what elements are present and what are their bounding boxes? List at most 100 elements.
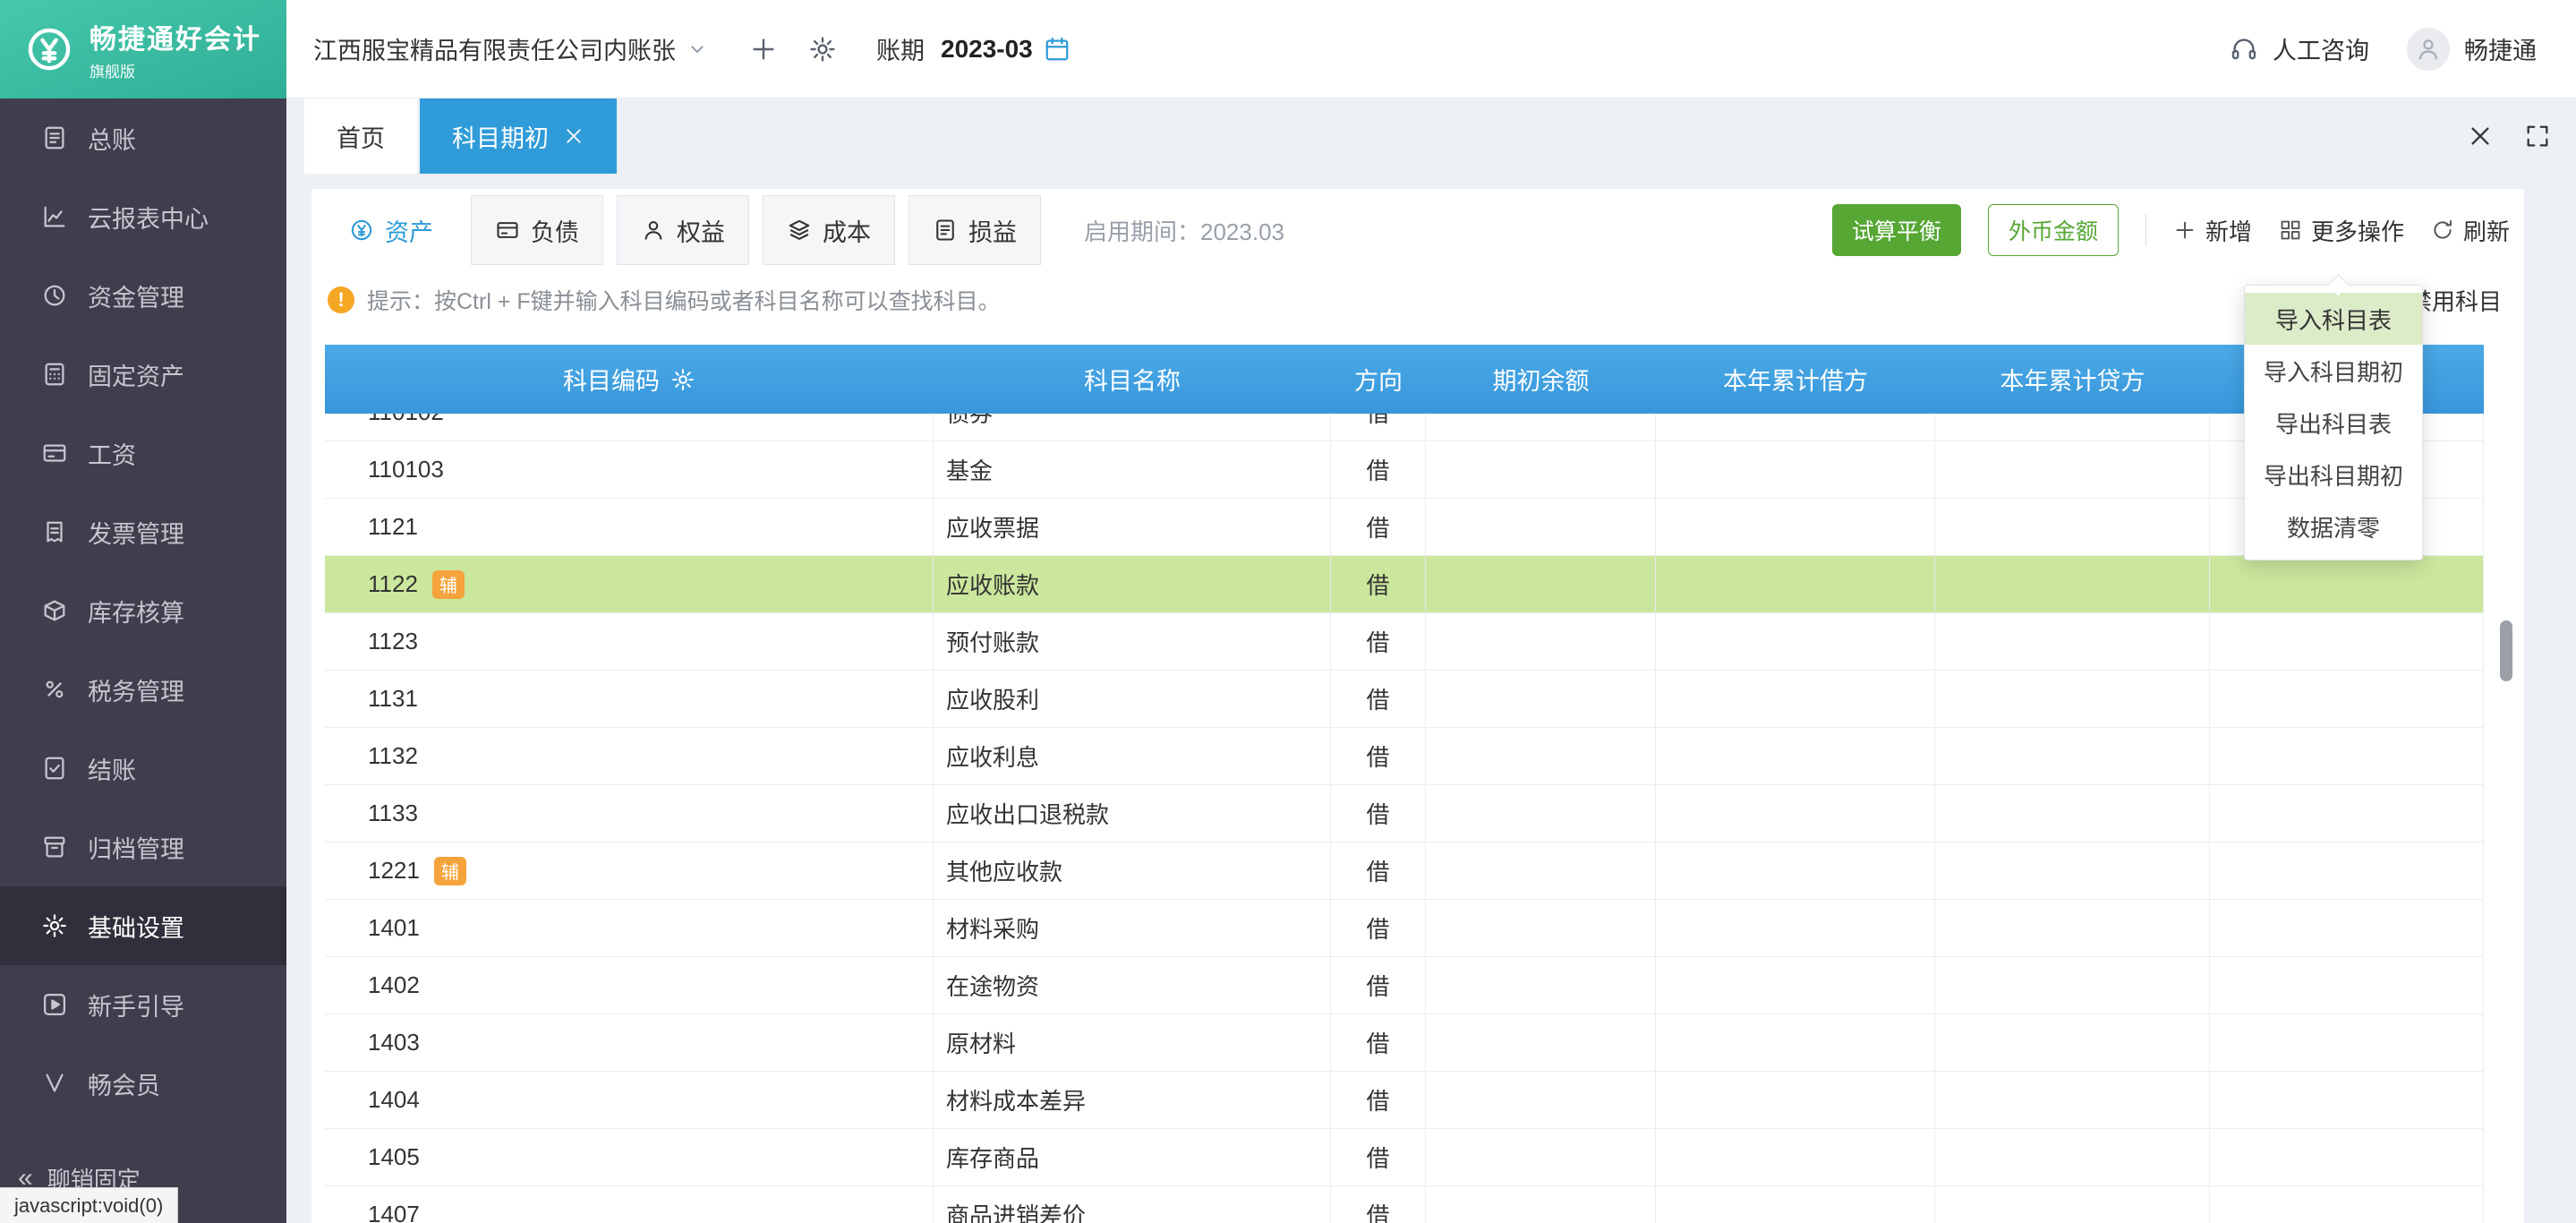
subtab-label: 负债 — [531, 218, 579, 246]
add-subject-button[interactable]: 新增 — [2173, 214, 2252, 247]
sidebar-item[interactable]: 归档管理 — [0, 808, 286, 886]
cell-ytd-credit — [1935, 957, 2210, 1013]
table-row[interactable]: 1133 应收出口退税款借 — [325, 785, 2484, 842]
play-icon — [41, 991, 68, 1018]
subtab-label: 损益 — [968, 218, 1017, 246]
status-text: javascript:void(0) — [14, 1193, 164, 1217]
cell-ytd-debit — [1656, 441, 1935, 498]
sidebar-item[interactable]: 新手引导 — [0, 965, 286, 1044]
company-selector[interactable]: 江西服宝精品有限责任公司内账张 — [313, 31, 708, 66]
cell-opening-balance — [1426, 556, 1656, 612]
dropdown-item[interactable]: 导出科目期初 — [2245, 449, 2422, 500]
subtab[interactable]: 负债 — [471, 195, 603, 265]
avatar[interactable] — [2407, 27, 2450, 71]
cell-direction: 借 — [1331, 728, 1426, 784]
book-icon — [41, 124, 68, 151]
more-actions-button[interactable]: 更多操作 — [2279, 214, 2404, 247]
table-row[interactable]: 1402 在途物资借 — [325, 957, 2484, 1014]
table-row[interactable]: 1221 辅其他应收款借 — [325, 842, 2484, 900]
close-panel-icon[interactable] — [2467, 123, 2494, 150]
add-account-set-icon[interactable] — [749, 35, 778, 64]
table-row[interactable]: 1405 库存商品借 — [325, 1129, 2484, 1186]
dropdown-item[interactable]: 导入科目期初 — [2245, 345, 2422, 397]
cell-code: 1401 — [325, 900, 934, 956]
sidebar-item-label: 库存核算 — [88, 599, 184, 627]
cell-ytd-credit — [1935, 671, 2210, 727]
support-link[interactable]: 人工咨询 — [2273, 31, 2369, 66]
fullscreen-icon[interactable] — [2524, 123, 2551, 150]
sidebar-item-label: 云报表中心 — [88, 205, 209, 233]
toolbar: 资产 负债 权益 成本 损益 启用期间：2023.03 试算平衡 外币金额 新增 更多操… — [311, 189, 2524, 271]
subject-category-tabs: 资产 负债 权益 成本 损益 — [325, 195, 1041, 265]
cell-direction: 借 — [1331, 785, 1426, 842]
sidebar-item[interactable]: 固定资产 — [0, 335, 286, 414]
subtab[interactable]: 权益 — [617, 195, 749, 265]
account-settings-gear-icon[interactable] — [808, 35, 837, 64]
period-value[interactable]: 2023-03 — [941, 35, 1033, 64]
table-row[interactable]: 1407 商品进销差价借 — [325, 1186, 2484, 1223]
tab-close-icon[interactable] — [563, 125, 584, 147]
subtab[interactable]: 资产 — [325, 195, 457, 265]
subtab[interactable]: 成本 — [763, 195, 895, 265]
cell-ytd-credit — [1935, 842, 2210, 899]
tabbar-actions — [2467, 98, 2576, 174]
table-row[interactable]: 1403 原材料借 — [325, 1014, 2484, 1072]
cell-ytd-credit — [1935, 441, 2210, 498]
cell-name: 商品进销差价 — [934, 1186, 1331, 1223]
toolbar-actions: 试算平衡 外币金额 新增 更多操作 刷新 — [1831, 204, 2510, 256]
table-row[interactable]: 1122 辅应收账款借 — [325, 556, 2484, 613]
table-row[interactable]: 1401 材料采购借 — [325, 900, 2484, 957]
cell-direction: 借 — [1331, 671, 1426, 727]
tab-home[interactable]: 首页 — [304, 98, 417, 174]
cell-opening-balance — [1426, 900, 1656, 956]
cell-code: 1402 — [325, 957, 934, 1013]
cell-direction: 借 — [1331, 1186, 1426, 1223]
sidebar-item[interactable]: 资金管理 — [0, 256, 286, 335]
table-row[interactable]: 110103 基金借 — [325, 441, 2484, 499]
header-direction: 方向 — [1354, 368, 1403, 395]
refresh-button[interactable]: 刷新 — [2431, 214, 2510, 247]
dropdown-item[interactable]: 导出科目表 — [2245, 397, 2422, 449]
table-row[interactable]: 1121 应收票据借 — [325, 499, 2484, 556]
dropdown-item[interactable]: 数据清零 — [2245, 500, 2422, 552]
cell-extra — [2210, 671, 2484, 727]
table-row[interactable]: 1123 预付账款借 — [325, 613, 2484, 671]
tab-subject-initial[interactable]: 科目期初 — [420, 98, 617, 174]
scrollbar-thumb[interactable] — [2500, 620, 2512, 681]
sidebar-item[interactable]: 结账 — [0, 729, 286, 808]
warning-icon: ! — [328, 287, 354, 313]
foreign-currency-button[interactable]: 外币金额 — [1987, 204, 2119, 256]
username: 畅捷通 — [2464, 38, 2537, 64]
sidebar-item[interactable]: 工资 — [0, 414, 286, 492]
table-row[interactable]: 1132 应收利息借 — [325, 728, 2484, 785]
column-settings-gear-icon[interactable] — [670, 367, 695, 392]
cell-name: 债券 — [934, 414, 1331, 440]
cell-ytd-debit — [1656, 1129, 1935, 1185]
logo-coin-icon — [23, 23, 75, 75]
sidebar-item[interactable]: 库存核算 — [0, 571, 286, 650]
cell-ytd-debit — [1656, 1186, 1935, 1223]
cell-ytd-debit — [1656, 842, 1935, 899]
sidebar-item[interactable]: 税务管理 — [0, 650, 286, 729]
cell-code: 1403 — [325, 1014, 934, 1071]
sidebar-item[interactable]: 发票管理 — [0, 492, 286, 571]
subtab[interactable]: 损益 — [908, 195, 1041, 265]
percent-icon — [41, 676, 68, 703]
table-row[interactable]: 110102债券借 — [325, 414, 2484, 441]
cell-opening-balance — [1426, 1014, 1656, 1071]
calendar-icon[interactable] — [1044, 36, 1070, 63]
topbar-right: 人工咨询 畅捷通 — [2230, 27, 2576, 71]
sidebar-item-label: 结账 — [88, 757, 136, 784]
cell-ytd-credit — [1935, 1014, 2210, 1071]
table-row[interactable]: 1404 材料成本差异借 — [325, 1072, 2484, 1129]
sidebar-item[interactable]: 云报表中心 — [0, 177, 286, 256]
archive-icon — [41, 834, 68, 860]
cell-opening-balance — [1426, 1186, 1656, 1223]
trial-balance-button[interactable]: 试算平衡 — [1831, 204, 1961, 256]
cell-code: 1404 — [325, 1072, 934, 1128]
sidebar-item[interactable]: 总账 — [0, 98, 286, 177]
dropdown-item[interactable]: 导入科目表 — [2245, 293, 2422, 345]
sidebar-item[interactable]: 畅会员 — [0, 1044, 286, 1123]
sidebar-item[interactable]: 基础设置 — [0, 886, 286, 965]
table-row[interactable]: 1131 应收股利借 — [325, 671, 2484, 728]
